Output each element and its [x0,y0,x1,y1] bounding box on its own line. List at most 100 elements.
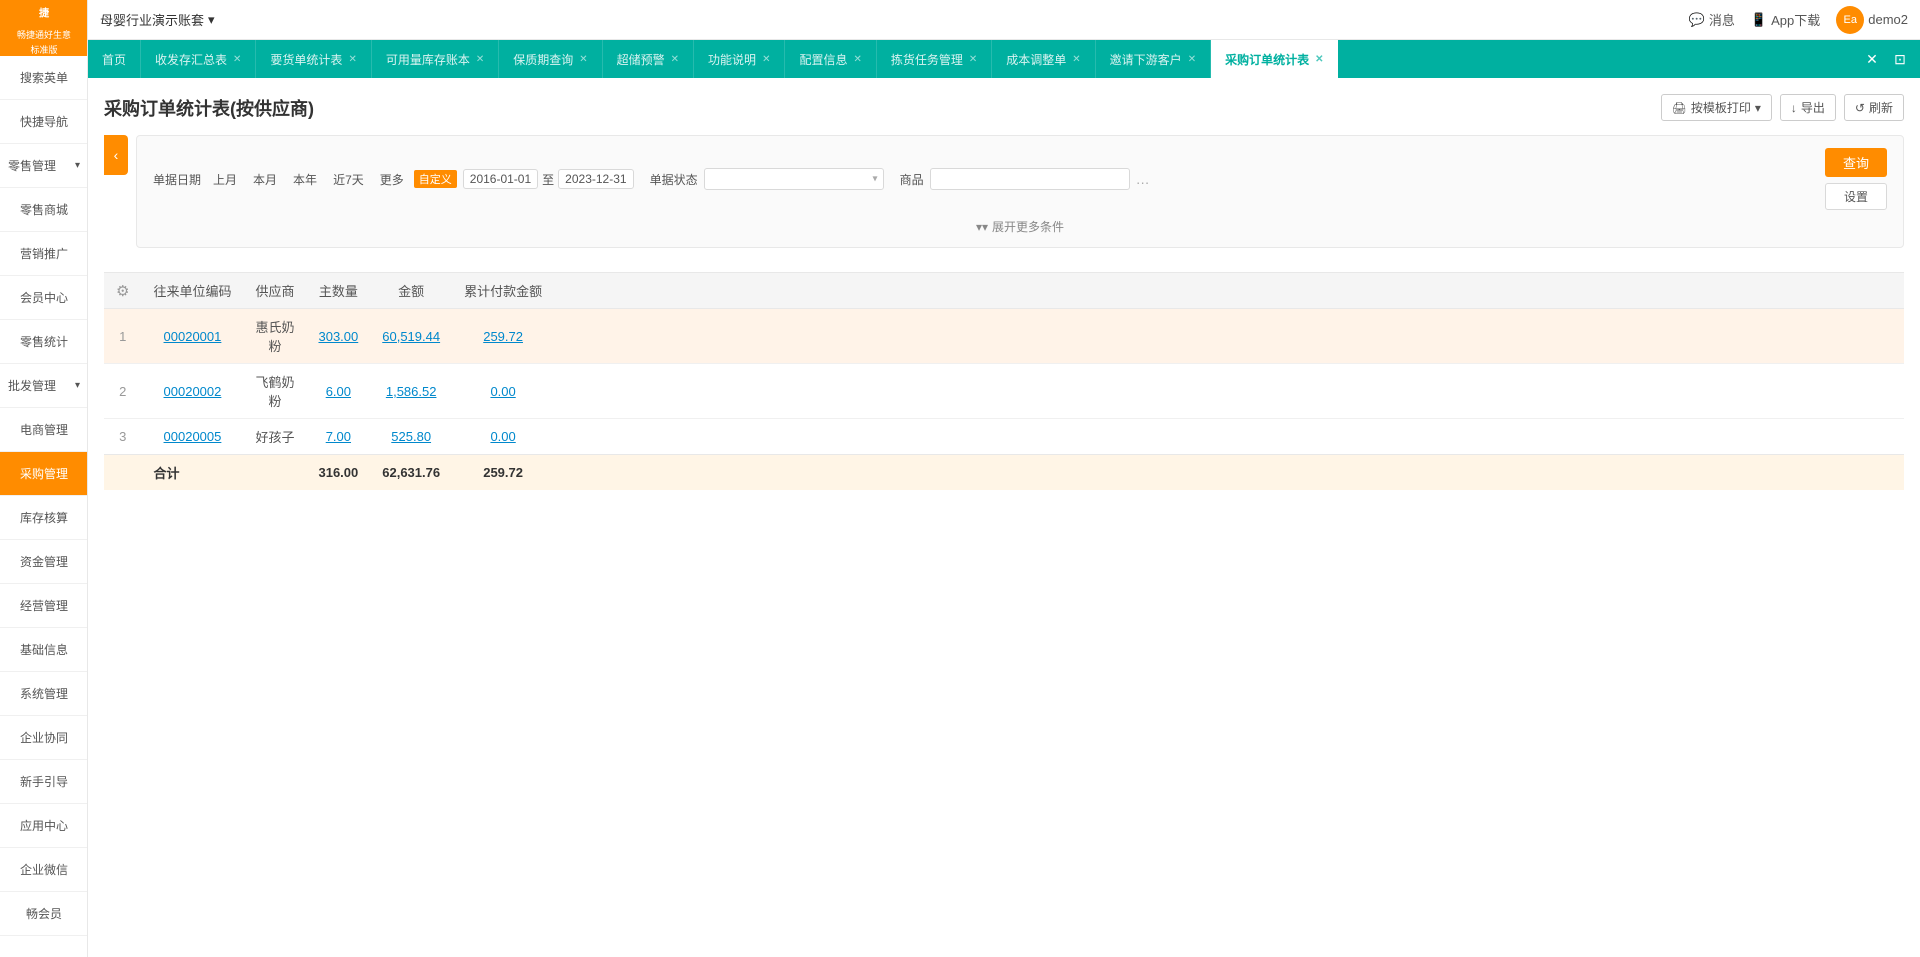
row-paid[interactable]: 0.00 [452,419,554,455]
app-download-btn[interactable]: 📱 App下载 [1751,10,1820,29]
goods-more-icon[interactable]: … [1136,171,1150,187]
sidebar-item-电商管理[interactable]: 电商管理 [0,408,88,452]
sidebar-item-采购管理[interactable]: 采购管理 [0,452,88,496]
footer-empty-2 [243,455,306,491]
nav-tab-采购订单统计表[interactable]: 采购订单统计表 ✕ [1211,40,1338,78]
row-code[interactable]: 00020005 [141,419,243,455]
goods-input[interactable] [930,168,1130,190]
column-settings-icon[interactable]: ⚙ [116,283,129,300]
nav-tab-功能说明[interactable]: 功能说明✕ [694,40,785,78]
sidebar-item-零售管理[interactable]: 零售管理▾ [0,144,88,188]
nav-tab-首页[interactable]: 首页 [88,40,141,78]
sidebar-item-会员中心[interactable]: 会员中心 [0,276,88,320]
tab-close-icon[interactable]: ✕ [1072,54,1080,65]
sidebar-item-企业微信[interactable]: 企业微信 [0,848,88,892]
footer-empty-3 [554,455,1904,491]
tab-label: 保质期查询 [513,51,573,68]
status-select[interactable] [704,168,884,190]
sidebar-item-零售统计[interactable]: 零售统计 [0,320,88,364]
sidebar-item-基础信息[interactable]: 基础信息 [0,628,88,672]
tab-close-icon[interactable]: ✕ [853,54,861,65]
tab-label: 拣货任务管理 [891,51,963,68]
export-icon: ↓ [1791,101,1797,115]
nav-tab-可用量库存账本[interactable]: 可用量库存账本✕ [372,40,499,78]
row-amount[interactable]: 60,519.44 [370,309,452,364]
sidebar-item-企业协同[interactable]: 企业协同 [0,716,88,760]
export-button[interactable]: ↓ 导出 [1780,94,1836,121]
message-btn[interactable]: 💬 消息 [1689,10,1735,29]
nav-tab-邀请下游客户[interactable]: 邀请下游客户✕ [1096,40,1211,78]
tab-close-icon[interactable]: ✕ [1188,54,1196,65]
sidebar-item-搜索英单[interactable]: 搜索英单 [0,56,88,100]
sidebar-item-label: 系统管理 [20,685,68,702]
nav-tab-配置信息[interactable]: 配置信息✕ [785,40,876,78]
row-paid[interactable]: 0.00 [452,364,554,419]
this-month-btn[interactable]: 本月 [247,169,283,190]
row-code[interactable]: 00020001 [141,309,243,364]
7days-btn[interactable]: 近7天 [327,169,370,190]
filter-settings-button[interactable]: 设置 [1825,183,1887,210]
sidebar-item-零售商城[interactable]: 零售商城 [0,188,88,232]
row-qty[interactable]: 303.00 [306,309,370,364]
sidebar-item-经营管理[interactable]: 经营管理 [0,584,88,628]
row-paid[interactable]: 259.72 [452,309,554,364]
tab-close-icon[interactable]: ✕ [348,54,356,65]
sidebar-item-应用中心[interactable]: 应用中心 [0,804,88,848]
date-filter: 单据日期 上月 本月 本年 近7天 更多 自定义 2016-01-01 [153,169,634,190]
expand-more-btn[interactable]: ▾▾ 展开更多条件 [976,218,1064,235]
col-settings[interactable]: ⚙ [104,273,141,309]
sidebar-item-label: 采购管理 [20,465,68,482]
row-amount[interactable]: 1,586.52 [370,364,452,419]
sidebar-item-label: 应用中心 [20,817,68,834]
tab-close-icon[interactable]: ✕ [579,54,587,65]
tab-close-icon[interactable]: ✕ [1315,54,1323,65]
nav-tab-要货单统计表[interactable]: 要货单统计表✕ [256,40,371,78]
nav-tab-收发存汇总表[interactable]: 收发存汇总表✕ [141,40,256,78]
sidebar-item-新手引导[interactable]: 新手引导 [0,760,88,804]
nav-tab-超储预警[interactable]: 超储预警✕ [603,40,694,78]
row-qty[interactable]: 6.00 [306,364,370,419]
sidebar-item-营销推广[interactable]: 营销推广 [0,232,88,276]
collapse-filter-btn[interactable]: ‹ [104,135,128,175]
nav-tab-成本调整单[interactable]: 成本调整单✕ [992,40,1095,78]
nav-tab-拣货任务管理[interactable]: 拣货任务管理 ✕ [877,40,992,78]
tab-close-icon[interactable]: ✕ [671,54,679,65]
sidebar-item-label: 库存核算 [20,509,68,526]
row-supplier: 惠氏奶粉 [243,309,306,364]
sidebar: 捷 畅捷通好生意 标准版 搜索英单快捷导航零售管理▾零售商城营销推广会员中心零售… [0,0,88,957]
refresh-button[interactable]: ↺ 刷新 [1844,94,1904,121]
user-profile[interactable]: Ea demo2 [1836,6,1908,34]
page-content: 采购订单统计表(按供应商) 🖨 按模板打印 ▾ ↓ 导出 ↺ 刷新 [88,78,1920,957]
print-button[interactable]: 🖨 按模板打印 ▾ [1661,94,1772,121]
row-code[interactable]: 00020002 [141,364,243,419]
tab-close-icon[interactable]: ✕ [233,54,241,65]
row-qty[interactable]: 7.00 [306,419,370,455]
sidebar-item-资金管理[interactable]: 资金管理 [0,540,88,584]
sidebar-item-快捷导航[interactable]: 快捷导航 [0,100,88,144]
sidebar-item-系统管理[interactable]: 系统管理 [0,672,88,716]
filter-area: 单据日期 上月 本月 本年 近7天 更多 自定义 2016-01-01 [136,135,1904,248]
prev-month-btn[interactable]: 上月 [207,169,243,190]
topbar-left: 母婴行业演示账套 ▾ [100,10,1689,29]
nav-tab-保质期查询[interactable]: 保质期查询 ✕ [499,40,602,78]
sidebar-item-label: 零售管理 [8,157,56,174]
tab-close-icon[interactable]: ✕ [762,54,770,65]
date-start[interactable]: 2016-01-01 [463,169,538,189]
row-amount[interactable]: 525.80 [370,419,452,455]
tab-close-icon[interactable]: ✕ [476,54,484,65]
this-year-btn[interactable]: 本年 [287,169,323,190]
tab-label: 采购订单统计表 [1225,51,1309,68]
app-download-label: App下载 [1771,10,1820,29]
date-end[interactable]: 2023-12-31 [558,169,633,189]
close-tab-icon[interactable]: ✕ [1860,47,1884,71]
workspace-selector[interactable]: 母婴行业演示账套 ▾ [100,10,215,29]
more-date-btn[interactable]: 更多 [374,169,410,190]
sidebar-item-库存核算[interactable]: 库存核算 [0,496,88,540]
tab-close-icon[interactable]: ✕ [969,54,977,65]
workspace-label: 母婴行业演示账套 [100,10,204,29]
sidebar-item-批发管理[interactable]: 批发管理▾ [0,364,88,408]
row-num: 1 [104,309,141,364]
sidebar-item-畅会员[interactable]: 畅会员 [0,892,88,936]
maximize-tab-icon[interactable]: ⊡ [1888,47,1912,71]
query-button[interactable]: 查询 [1825,148,1887,177]
